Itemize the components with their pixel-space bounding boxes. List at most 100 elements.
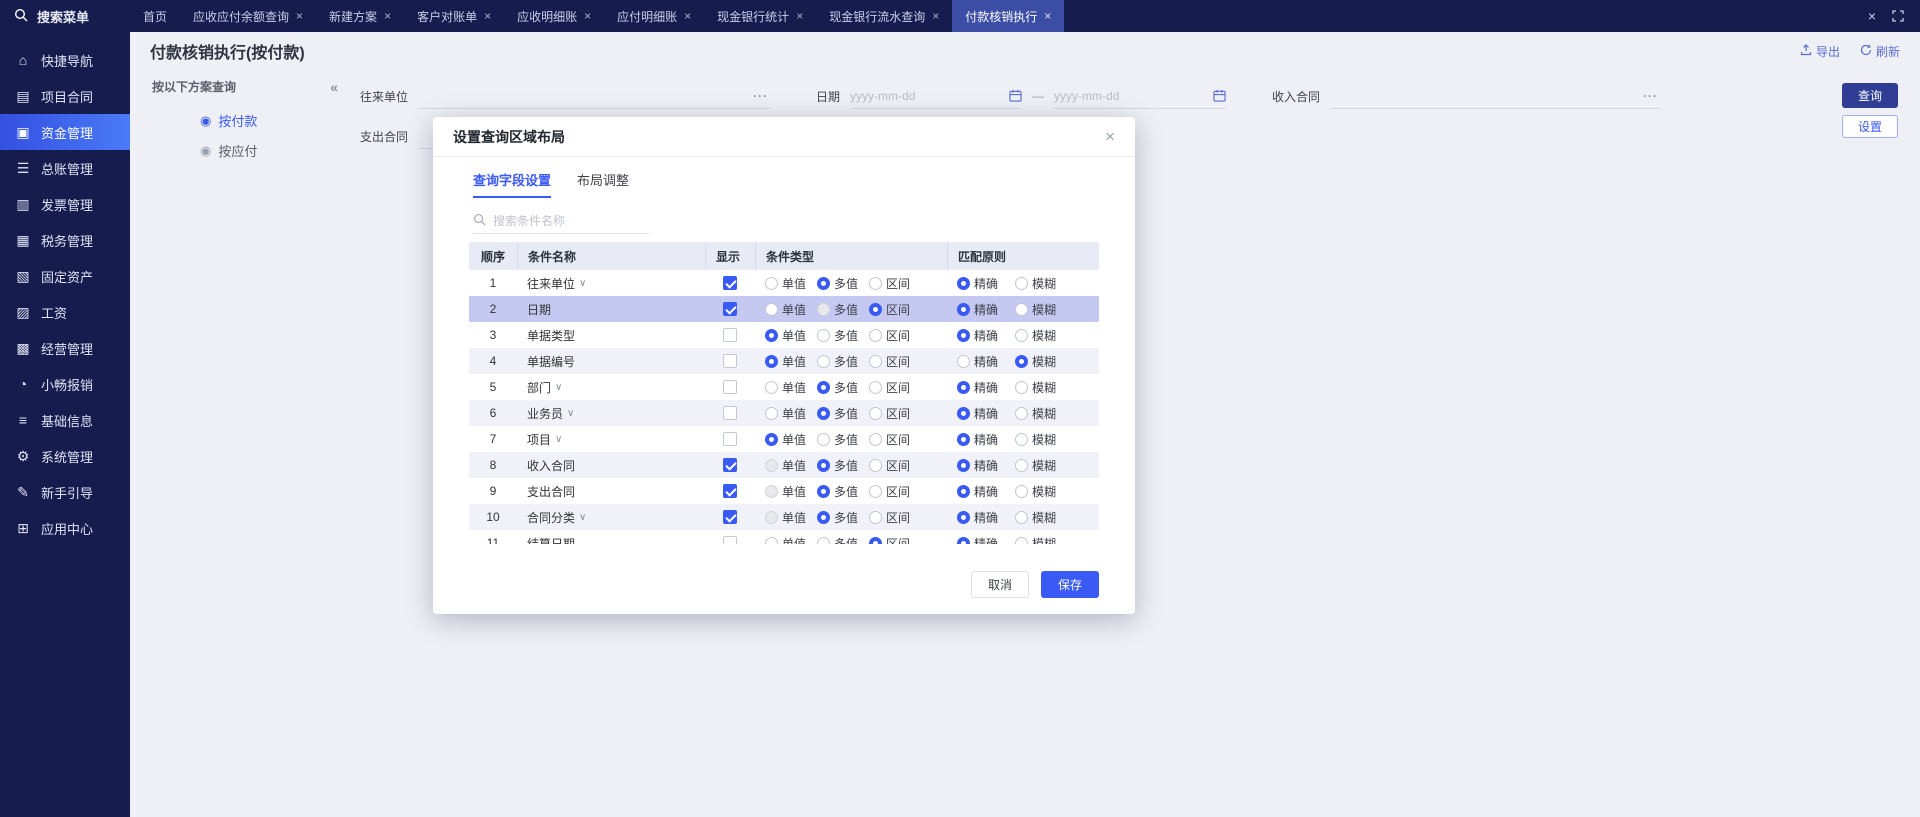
radio-option[interactable]: 模糊 [1015,457,1056,474]
modal-close-icon[interactable]: × [1105,128,1115,145]
tab-2[interactable]: 新建方案 × [316,0,404,32]
radio-option[interactable]: 精确 [957,535,998,544]
radio-option[interactable]: 多值 [817,275,858,292]
radio-option[interactable]: 模糊 [1015,301,1056,318]
show-checkbox[interactable] [723,302,737,316]
date-end-input[interactable] [1054,83,1227,109]
radio-option[interactable]: 单值 [765,431,806,448]
sidebar-item-tax-management[interactable]: ▦ 税务管理 [0,222,130,258]
tab-6[interactable]: 现金银行统计 × [704,0,816,32]
sidebar-item-quick-nav[interactable]: ⌂ 快捷导航 [0,42,130,78]
sidebar-item-fund-management[interactable]: ▣ 资金管理 [0,114,130,150]
sidebar-item-fixed-assets[interactable]: ▧ 固定资产 [0,258,130,294]
tab-close-icon[interactable]: × [384,9,391,23]
table-row[interactable]: 5 部门 ∨ 单值 多值 区间 精确 模糊 [469,374,1099,400]
radio-option[interactable]: 精确 [957,379,998,396]
radio-option[interactable]: 单值 [765,405,806,422]
radio-option[interactable]: 多值 [817,327,858,344]
radio-option[interactable]: 区间 [869,301,910,318]
sidebar-item-basic-info[interactable]: ≡ 基础信息 [0,402,130,438]
radio-option[interactable]: 精确 [957,483,998,500]
show-checkbox[interactable] [723,328,737,342]
show-checkbox[interactable] [723,432,737,446]
radio-option[interactable]: 精确 [957,509,998,526]
income-contract-picker-icon[interactable]: ··· [1641,89,1660,103]
show-checkbox[interactable] [723,406,737,420]
radio-option[interactable]: 单值 [765,353,806,370]
chevron-down-icon[interactable]: ∨ [567,408,574,419]
scheme-item-0[interactable]: ◉ 按付款 [200,111,338,130]
radio-option[interactable]: 精确 [957,405,998,422]
tab-7[interactable]: 现金银行流水查询 × [816,0,952,32]
sidebar-item-system-management[interactable]: ⚙ 系统管理 [0,438,130,474]
sidebar-item-business-management[interactable]: ▩ 经营管理 [0,330,130,366]
sidebar-item-payroll[interactable]: ▨ 工资 [0,294,130,330]
table-row[interactable]: 7 项目 ∨ 单值 多值 区间 精确 模糊 [469,426,1099,452]
tab-close-icon[interactable]: × [796,9,803,23]
date-start-field[interactable] [850,88,1006,103]
table-row[interactable]: 4 单据编号 单值 多值 区间 精确 模糊 [469,348,1099,374]
settings-button[interactable]: 设置 [1842,115,1898,138]
radio-option[interactable]: 区间 [869,405,910,422]
radio-option[interactable]: 多值 [817,301,858,318]
tab-5[interactable]: 应付明细账 × [604,0,704,32]
show-checkbox[interactable] [723,458,737,472]
show-checkbox[interactable] [723,354,737,368]
radio-option[interactable]: 单值 [765,535,806,544]
table-row[interactable]: 11 结算日期 单值 多值 区间 精确 模糊 [469,530,1099,544]
sidebar-item-project-contract[interactable]: ▤ 项目合同 [0,78,130,114]
refresh-button[interactable]: 刷新 [1860,43,1900,60]
chevron-down-icon[interactable]: ∨ [579,512,586,523]
income-contract-field[interactable] [1330,88,1642,103]
radio-option[interactable]: 单值 [765,275,806,292]
income-contract-input[interactable]: ··· [1330,83,1661,109]
table-row[interactable]: 2 日期 单值 多值 区间 精确 模糊 [469,296,1099,322]
condition-search[interactable] [473,208,649,234]
partner-input-field[interactable] [418,88,752,103]
radio-option[interactable]: 精确 [957,275,998,292]
radio-option[interactable]: 多值 [817,379,858,396]
tab-close-icon[interactable]: × [684,9,691,23]
tab-close-icon[interactable]: × [484,9,491,23]
sidebar-item-invoice-management[interactable]: ▥ 发票管理 [0,186,130,222]
radio-option[interactable]: 精确 [957,431,998,448]
sidebar-item-beginner-guide[interactable]: ✎ 新手引导 [0,474,130,510]
tab-4[interactable]: 应收明细账 × [504,0,604,32]
partner-input[interactable]: ··· [418,83,771,109]
radio-option[interactable]: 区间 [869,431,910,448]
radio-option[interactable]: 多值 [817,535,858,544]
date-end-field[interactable] [1054,88,1210,103]
tab-1[interactable]: 应收应付余额查询 × [180,0,316,32]
radio-option[interactable]: 模糊 [1015,535,1056,544]
radio-option[interactable]: 多值 [817,509,858,526]
tab-close-icon[interactable]: × [932,9,939,23]
radio-option[interactable]: 单值 [765,509,806,526]
sidebar-search[interactable]: 搜索菜单 [0,0,130,32]
radio-option[interactable]: 区间 [869,483,910,500]
radio-option[interactable]: 单值 [765,379,806,396]
tab-layout-adjust[interactable]: 布局调整 [577,170,629,198]
radio-option[interactable]: 区间 [869,327,910,344]
tab-0[interactable]: 首页 [130,0,180,32]
sidebar-item-general-ledger[interactable]: ☰ 总账管理 [0,150,130,186]
tab-query-field-settings[interactable]: 查询字段设置 [473,170,552,198]
tab-close-icon[interactable]: × [1044,9,1051,23]
radio-option[interactable]: 模糊 [1015,405,1056,422]
show-checkbox[interactable] [723,510,737,524]
table-row[interactable]: 1 往来单位 ∨ 单值 多值 区间 精确 模糊 [469,270,1099,296]
tab-3[interactable]: 客户对账单 × [404,0,504,32]
sidebar-item-app-center[interactable]: ⊞ 应用中心 [0,510,130,546]
radio-option[interactable]: 区间 [869,275,910,292]
radio-option[interactable]: 模糊 [1015,509,1056,526]
radio-option[interactable]: 单值 [765,483,806,500]
radio-option[interactable]: 精确 [957,327,998,344]
radio-option[interactable]: 多值 [817,353,858,370]
chevron-down-icon[interactable]: ∨ [555,434,562,445]
show-checkbox[interactable] [723,380,737,394]
collapse-panel-icon[interactable]: « [330,79,338,95]
radio-option[interactable]: 多值 [817,431,858,448]
radio-option[interactable]: 区间 [869,535,910,544]
radio-option[interactable]: 单值 [765,327,806,344]
show-checkbox[interactable] [723,536,737,544]
radio-option[interactable]: 精确 [957,457,998,474]
